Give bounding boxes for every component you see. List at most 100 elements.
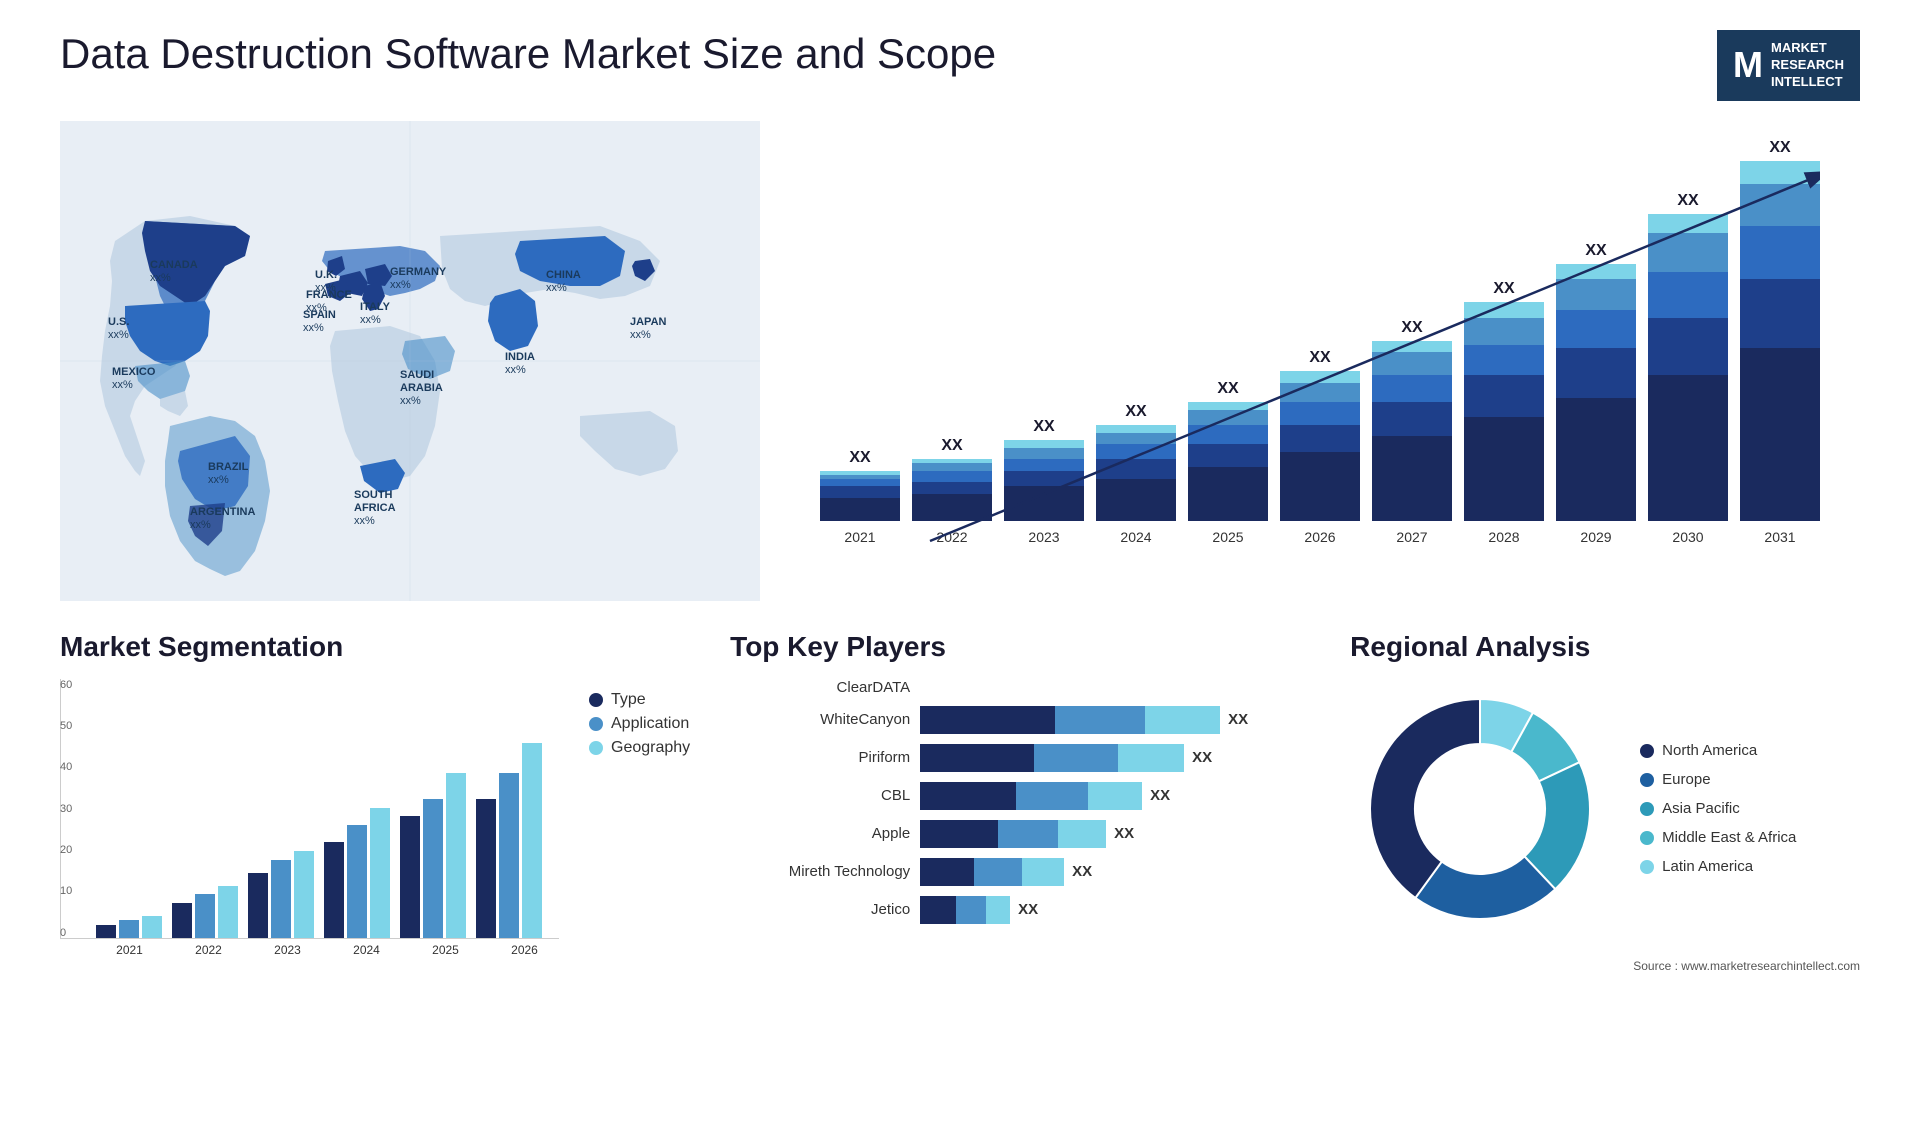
regional-legend-item: Middle East & Africa: [1640, 829, 1796, 846]
bar-segment: [1188, 444, 1268, 467]
seg-bar-group: [324, 808, 390, 938]
page: Data Destruction Software Market Size an…: [0, 0, 1920, 1146]
bar-top-label: XX: [1217, 380, 1238, 398]
regional-legend-dot: [1640, 831, 1654, 845]
donut-area: North America Europe Asia Pacific Middle Ea…: [1350, 679, 1860, 939]
player-name: Piriform: [730, 749, 910, 766]
segmentation-title: Market Segmentation: [60, 631, 690, 663]
bar-segment: [1372, 341, 1452, 352]
seg-legend-item: Type: [589, 691, 690, 709]
player-bar-wrap: XX: [920, 858, 1092, 886]
bar-segment: [1372, 375, 1452, 402]
regional-legend-dot: [1640, 744, 1654, 758]
bar-group: XX: [1464, 280, 1544, 520]
bar-segment: [1740, 161, 1820, 184]
player-name: Jetico: [730, 901, 910, 918]
player-row: Jetico XX: [730, 896, 1310, 924]
seg-bar-group: [476, 743, 542, 938]
world-map-container: CANADAxx% U.S.xx% MEXICOxx% BRAZILxx% AR…: [60, 121, 760, 601]
seg-bar-group: [172, 886, 238, 938]
segmentation-section: Market Segmentation 0 10 20 30 40 50 60: [60, 631, 690, 957]
seg-x-label: 2021: [95, 943, 164, 957]
player-name: CBL: [730, 787, 910, 804]
seg-y-20: 20: [60, 844, 90, 856]
bar-segment: [1556, 264, 1636, 279]
seg-bar: [96, 925, 116, 938]
player-xx-label: XX: [1228, 711, 1248, 728]
bar-segment: [1188, 410, 1268, 425]
player-xx-label: XX: [1114, 825, 1134, 842]
regional-legend-item: Europe: [1640, 771, 1796, 788]
map-label-india: INDIAxx%: [505, 351, 535, 377]
player-bar-seg: [920, 744, 1034, 772]
bar-top-label: XX: [1125, 403, 1146, 421]
player-bar: [920, 744, 1184, 772]
bar-segment: [1096, 444, 1176, 459]
bar-segment: [1556, 348, 1636, 398]
seg-y-30: 30: [60, 803, 90, 815]
bar-segment: [1280, 452, 1360, 521]
players-section: Top Key Players ClearDATAWhiteCanyonXXPi…: [730, 631, 1310, 934]
seg-bar: [172, 903, 192, 938]
player-row: Mireth TechnologyXX: [730, 858, 1310, 886]
seg-bar: [195, 894, 215, 937]
player-bar-seg: [920, 858, 974, 886]
seg-legend-label: Type: [611, 691, 646, 709]
player-row: ClearDATA: [730, 679, 1310, 696]
seg-bar-group: [400, 773, 466, 938]
player-bar-seg: [1055, 706, 1145, 734]
seg-x-label: 2023: [253, 943, 322, 957]
bar-group: XX: [1740, 139, 1820, 521]
regional-legend-label: Asia Pacific: [1662, 800, 1740, 817]
seg-legend-label: Geography: [611, 739, 690, 757]
bar-segment: [1004, 486, 1084, 520]
player-bar-wrap: XX: [920, 706, 1248, 734]
header: Data Destruction Software Market Size an…: [60, 30, 1860, 101]
bar-segment: [1556, 310, 1636, 348]
bar-stack: [1372, 341, 1452, 521]
logo-m-icon: M: [1733, 44, 1763, 86]
bar-segment: [1096, 459, 1176, 478]
page-title: Data Destruction Software Market Size an…: [60, 30, 996, 78]
player-xx-label: XX: [1150, 787, 1170, 804]
bar-group: XX: [1372, 319, 1452, 521]
bar-segment: [1096, 479, 1176, 521]
bar-segment: [1372, 402, 1452, 436]
map-label-china: CHINAxx%: [546, 269, 581, 295]
bar-group: XX: [1188, 380, 1268, 521]
player-bar-seg: [920, 782, 1016, 810]
bar-segment: [912, 494, 992, 521]
seg-legend-dot: [589, 693, 603, 707]
bar-segment: [1188, 467, 1268, 521]
seg-legend: TypeApplicationGeography: [589, 691, 690, 757]
bar-chart-container: XXXXXXXXXXXXXXXXXXXXXX 20212022202320242…: [800, 121, 1860, 601]
bar-x-label: 2029: [1556, 529, 1636, 545]
player-row: CBL XX: [730, 782, 1310, 810]
map-label-germany: GERMANYxx%: [390, 266, 446, 292]
bar-segment: [1004, 459, 1084, 470]
seg-bar: [347, 825, 367, 938]
seg-bar: [248, 873, 268, 938]
bar-top-label: XX: [1309, 349, 1330, 367]
player-xx-label: XX: [1072, 863, 1092, 880]
bar-x-label: 2031: [1740, 529, 1820, 545]
bar-segment: [1280, 383, 1360, 402]
seg-bar: [400, 816, 420, 937]
seg-bar: [142, 916, 162, 938]
player-bar-seg: [1034, 744, 1118, 772]
player-bar-wrap: XX: [920, 896, 1038, 924]
bar-x-label: 2025: [1188, 529, 1268, 545]
bar-segment: [1464, 318, 1544, 345]
seg-y-50: 50: [60, 720, 90, 732]
bar-segment: [1464, 375, 1544, 417]
regional-legend-label: North America: [1662, 742, 1757, 759]
regional-legend-label: Middle East & Africa: [1662, 829, 1796, 846]
seg-bar: [370, 808, 390, 938]
bar-segment: [820, 498, 900, 521]
world-map-svg: [60, 121, 760, 601]
bar-segment: [1648, 214, 1728, 233]
bar-group: XX: [1096, 403, 1176, 521]
map-label-argentina: ARGENTINAxx%: [190, 506, 255, 532]
logo-text: MARKET RESEARCH INTELLECT: [1771, 40, 1844, 91]
bar-top-label: XX: [1033, 418, 1054, 436]
